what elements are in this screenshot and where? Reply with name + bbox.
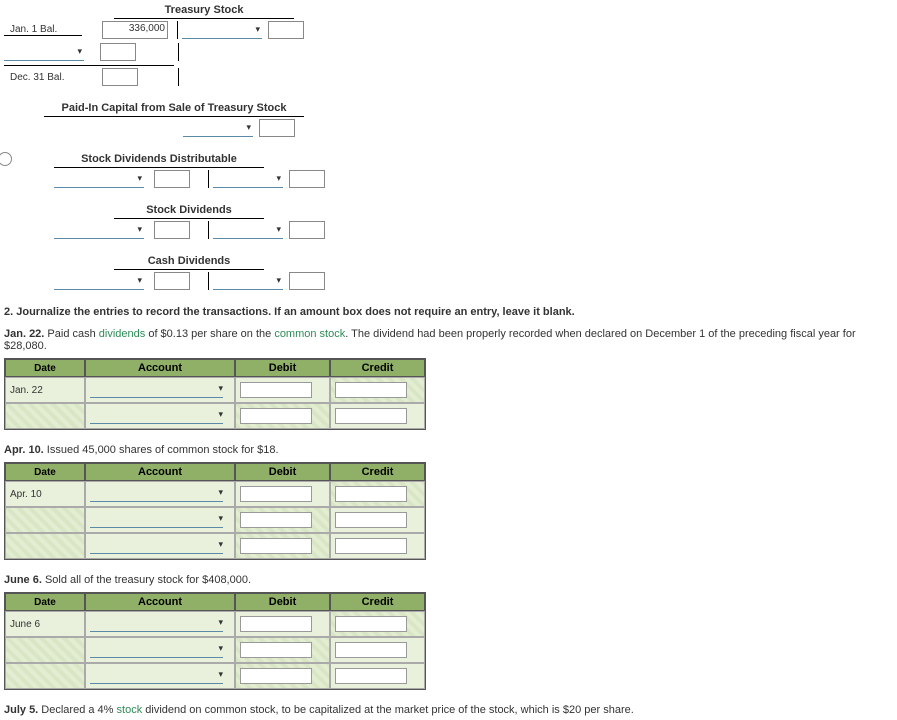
cd-credit-date-dropdown[interactable]: [213, 273, 283, 290]
apr10-debit2-input[interactable]: [240, 512, 312, 528]
apr10-body: Issued 45,000 shares of common stock for…: [44, 444, 279, 456]
t-title-sdd: Stock Dividends Distributable: [54, 153, 264, 168]
t-account-treasury: Treasury Stock Jan. 1 Bal. 336,000 Dec. …: [4, 4, 304, 88]
th-debit: Debit: [235, 463, 330, 481]
treasury-debit-amount-input[interactable]: [100, 43, 136, 61]
apr10-acct2-dropdown[interactable]: [90, 513, 223, 528]
sd-debit-date-dropdown[interactable]: [54, 222, 144, 239]
jan22-prefix: Jan. 22.: [4, 328, 44, 340]
apr10-debit3-input[interactable]: [240, 538, 312, 554]
sd-credit-date-dropdown[interactable]: [213, 222, 283, 239]
jan22-acct2-dropdown[interactable]: [90, 409, 223, 424]
th-account: Account: [85, 593, 235, 611]
th-debit: Debit: [235, 593, 330, 611]
t-account-sd: Stock Dividends: [54, 204, 354, 241]
apr10-acct1-dropdown[interactable]: [90, 487, 223, 502]
jun6-acct3-dropdown[interactable]: [90, 669, 223, 684]
jul5-prefix: July 5.: [4, 704, 38, 716]
apr10-text: Apr. 10. Issued 45,000 shares of common …: [4, 444, 893, 456]
jan22-date2: [5, 403, 85, 429]
th-credit: Credit: [330, 463, 425, 481]
jun6-prefix: June 6.: [4, 574, 42, 586]
jan22-credit1-input[interactable]: [335, 382, 407, 398]
jun6-credit1-input[interactable]: [335, 616, 407, 632]
th-credit: Credit: [330, 359, 425, 377]
t-title-sd: Stock Dividends: [114, 204, 264, 219]
jun6-acct2-dropdown[interactable]: [90, 643, 223, 658]
treasury-credit-date-dropdown[interactable]: [182, 22, 262, 39]
cd-debit-date-dropdown[interactable]: [54, 273, 144, 290]
jan22-link-dividends[interactable]: dividends: [99, 328, 145, 340]
sdd-credit-amount-input[interactable]: [289, 170, 325, 188]
apr10-date2: [5, 507, 85, 533]
jan22-t1: Paid cash: [44, 328, 98, 340]
jan22-debit1-input[interactable]: [240, 382, 312, 398]
jun6-date2: [5, 637, 85, 663]
apr10-date: Apr. 10: [5, 481, 85, 507]
sdd-credit-date-dropdown[interactable]: [213, 171, 283, 188]
sd-credit-amount-input[interactable]: [289, 221, 325, 239]
th-account: Account: [85, 463, 235, 481]
paidin-credit-date-dropdown[interactable]: [183, 120, 253, 137]
jun6-date: June 6: [5, 611, 85, 637]
cd-debit-amount-input[interactable]: [154, 272, 190, 290]
apr10-prefix: Apr. 10.: [4, 444, 44, 456]
t-account-sdd: Stock Dividends Distributable: [54, 153, 354, 190]
jan22-link-commonstock[interactable]: common stock: [274, 328, 345, 340]
apr10-date3: [5, 533, 85, 559]
jan22-text: Jan. 22. Paid cash dividends of $0.13 pe…: [4, 328, 893, 352]
jun6-acct1-dropdown[interactable]: [90, 617, 223, 632]
t-title-cd: Cash Dividends: [114, 255, 264, 270]
apr10-credit2-input[interactable]: [335, 512, 407, 528]
jun6-debit1-input[interactable]: [240, 616, 312, 632]
jun6-date3: [5, 663, 85, 689]
t-title-treasury: Treasury Stock: [114, 4, 294, 19]
jul5-t2: dividend on common stock, to be capitali…: [142, 704, 634, 716]
apr10-credit3-input[interactable]: [335, 538, 407, 554]
jun6-credit2-input[interactable]: [335, 642, 407, 658]
treasury-dec31-label: Dec. 31 Bal.: [4, 72, 86, 83]
th-account: Account: [85, 359, 235, 377]
th-debit: Debit: [235, 359, 330, 377]
apr10-credit1-input[interactable]: [335, 486, 407, 502]
sdd-debit-amount-input[interactable]: [154, 170, 190, 188]
t-title-paidin: Paid-In Capital from Sale of Treasury St…: [44, 102, 304, 117]
jul5-text: July 5. Declared a 4% stock dividend on …: [4, 704, 893, 716]
jun6-body: Sold all of the treasury stock for $408,…: [42, 574, 251, 586]
jun6-credit3-input[interactable]: [335, 668, 407, 684]
th-date: Date: [5, 593, 85, 611]
jun6-debit3-input[interactable]: [240, 668, 312, 684]
t-account-cd: Cash Dividends: [54, 255, 354, 292]
jul5-t1: Declared a 4%: [38, 704, 116, 716]
jan22-t2: of $0.13 per share on the: [145, 328, 274, 340]
paidin-credit-amount-input[interactable]: [259, 119, 295, 137]
radio-stub: [0, 152, 12, 166]
journal-jun6: Date Account Debit Credit June 6: [4, 592, 426, 690]
apr10-acct3-dropdown[interactable]: [90, 539, 223, 554]
journal-jan22: Date Account Debit Credit Jan. 22: [4, 358, 426, 430]
treasury-jan1-value: 336,000: [102, 21, 168, 39]
th-date: Date: [5, 463, 85, 481]
apr10-debit1-input[interactable]: [240, 486, 312, 502]
jul5-link-stock[interactable]: stock: [117, 704, 143, 716]
q2-intro: 2. Journalize the entries to record the …: [4, 306, 893, 318]
sd-debit-amount-input[interactable]: [154, 221, 190, 239]
treasury-jan1-label: Jan. 1 Bal.: [4, 24, 82, 36]
th-date: Date: [5, 359, 85, 377]
jan22-date: Jan. 22: [5, 377, 85, 403]
jan22-acct1-dropdown[interactable]: [90, 383, 223, 398]
sdd-debit-date-dropdown[interactable]: [54, 171, 144, 188]
jan22-credit2-input[interactable]: [335, 408, 407, 424]
treasury-credit-amount-input[interactable]: [268, 21, 304, 39]
journal-apr10: Date Account Debit Credit Apr. 10: [4, 462, 426, 560]
q2-intro-text: 2. Journalize the entries to record the …: [4, 306, 575, 318]
th-credit: Credit: [330, 593, 425, 611]
jan22-debit2-input[interactable]: [240, 408, 312, 424]
treasury-debit-date-dropdown[interactable]: [4, 44, 84, 61]
t-account-paidin: Paid-In Capital from Sale of Treasury St…: [44, 102, 344, 139]
jun6-debit2-input[interactable]: [240, 642, 312, 658]
jun6-text: June 6. Sold all of the treasury stock f…: [4, 574, 893, 586]
cd-credit-amount-input[interactable]: [289, 272, 325, 290]
treasury-dec31-value-input[interactable]: [102, 68, 138, 86]
